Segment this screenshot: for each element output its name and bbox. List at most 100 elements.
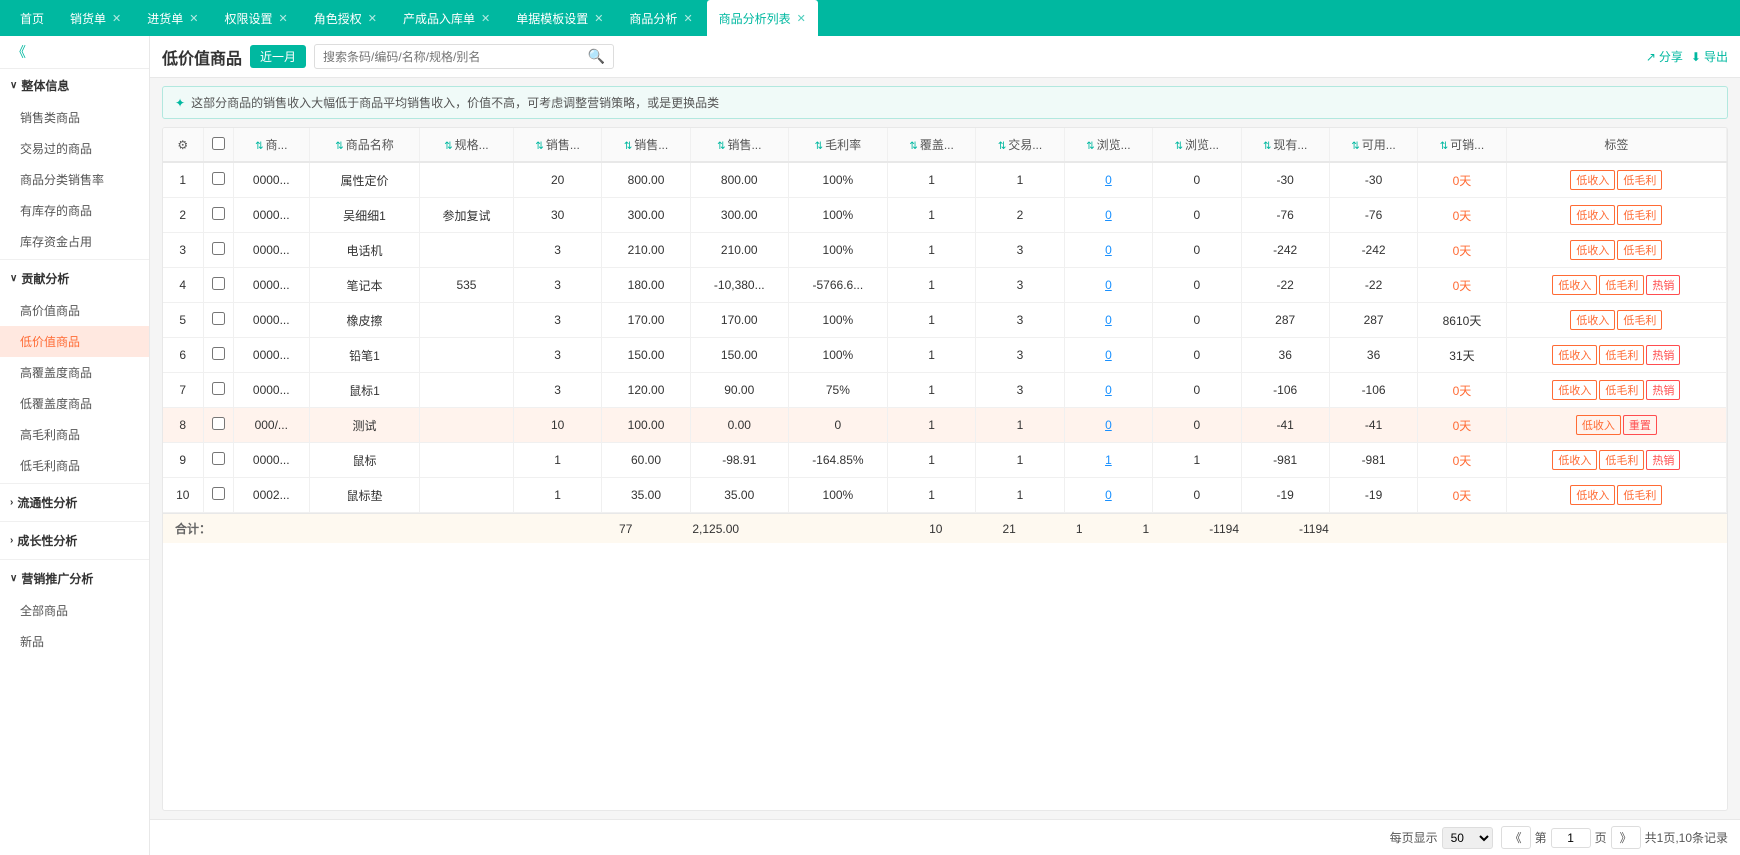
cell-sales-amount: 150.00 xyxy=(602,338,690,373)
sidebar-item-traded-goods[interactable]: 交易过的商品 xyxy=(0,133,149,164)
table-row: 8 000/... 测试 10 100.00 0.00 0 1 1 0 0 -4… xyxy=(163,408,1727,443)
nav-product-analysis[interactable]: 商品分析 ✕ xyxy=(617,0,704,36)
cell-gross-margin: 100% xyxy=(788,303,887,338)
sidebar-item-stock-capital[interactable]: 库存资金占用 xyxy=(0,226,149,257)
nav-purchase-order[interactable]: 进货单 ✕ xyxy=(135,0,210,36)
current-page-input[interactable] xyxy=(1551,828,1591,848)
col-sales-amount[interactable]: ⇅销售... xyxy=(602,128,690,162)
nav-product-analysis-list[interactable]: 商品分析列表 ✕ xyxy=(707,0,818,36)
col-browse1[interactable]: ⇅浏览... xyxy=(1064,128,1152,162)
total-info: 共1页,10条记录 xyxy=(1645,829,1728,846)
cell-spec xyxy=(419,373,513,408)
cell-spec xyxy=(419,443,513,478)
sidebar-group-marketing[interactable]: ∨ 营销推广分析 xyxy=(0,562,149,595)
cell-transactions: 1 xyxy=(976,443,1064,478)
cell-tags: 低收入低毛利热销 xyxy=(1506,373,1726,408)
cell-no: 4 xyxy=(163,268,203,303)
cell-sales-amount: 170.00 xyxy=(602,303,690,338)
sidebar-group-overall[interactable]: ∨ 整体信息 xyxy=(0,69,149,102)
sidebar-item-low-coverage[interactable]: 低覆盖度商品 xyxy=(0,388,149,419)
cell-no: 7 xyxy=(163,373,203,408)
col-coverage[interactable]: ⇅覆盖... xyxy=(887,128,975,162)
select-all-checkbox[interactable] xyxy=(212,137,225,150)
cell-sellable-days: 0天 xyxy=(1418,268,1506,303)
nav-close-analysis-list[interactable]: ✕ xyxy=(797,12,806,25)
sidebar-item-high-value[interactable]: 高价值商品 xyxy=(0,295,149,326)
col-code[interactable]: ⇅商... xyxy=(233,128,310,162)
next-page-btn[interactable]: 》 xyxy=(1611,826,1641,849)
row-checkbox[interactable] xyxy=(212,172,225,185)
sidebar-collapse-btn[interactable]: 《 xyxy=(8,42,30,62)
content-header: 低价值商品 近一月 🔍 ↗ 分享 ⬇ 导出 xyxy=(150,36,1740,78)
sidebar-item-high-margin[interactable]: 高毛利商品 xyxy=(0,419,149,450)
sidebar-item-sales-goods[interactable]: 销售类商品 xyxy=(0,102,149,133)
col-settings[interactable]: ⚙ xyxy=(163,128,203,162)
nav-close-permissions[interactable]: ✕ xyxy=(279,12,288,25)
row-checkbox[interactable] xyxy=(212,417,225,430)
row-checkbox[interactable] xyxy=(212,242,225,255)
cell-code: 0000... xyxy=(233,338,310,373)
col-spec[interactable]: ⇅规格... xyxy=(419,128,513,162)
col-available1[interactable]: ⇅现有... xyxy=(1241,128,1329,162)
col-sales-profit[interactable]: ⇅销售... xyxy=(690,128,788,162)
footer-label: 合计： xyxy=(175,520,211,537)
sidebar-group-liquidity[interactable]: › 流通性分析 xyxy=(0,486,149,519)
cell-spec: 535 xyxy=(419,268,513,303)
col-sellable[interactable]: ⇅可销... xyxy=(1418,128,1506,162)
search-icon[interactable]: 🔍 xyxy=(588,48,605,65)
cell-tags: 低收入重置 xyxy=(1506,408,1726,443)
cell-sales-profit: 210.00 xyxy=(690,233,788,268)
nav-permissions[interactable]: 权限设置 ✕ xyxy=(212,0,299,36)
nav-close-sales[interactable]: ✕ xyxy=(112,12,121,25)
row-checkbox[interactable] xyxy=(212,347,225,360)
row-checkbox[interactable] xyxy=(212,277,225,290)
col-browse2[interactable]: ⇅浏览... xyxy=(1153,128,1241,162)
nav-close-product-stock[interactable]: ✕ xyxy=(481,12,490,25)
cell-checkbox xyxy=(203,268,233,303)
nav-sales-order[interactable]: 销货单 ✕ xyxy=(58,0,133,36)
cell-coverage: 1 xyxy=(887,268,975,303)
col-transactions[interactable]: ⇅交易... xyxy=(976,128,1064,162)
sidebar-group-growth[interactable]: › 成长性分析 xyxy=(0,524,149,557)
prev-page-btn[interactable]: 《 xyxy=(1501,826,1531,849)
nav-roles[interactable]: 角色授权 ✕ xyxy=(302,0,389,36)
nav-product-stock[interactable]: 产成品入库单 ✕ xyxy=(391,0,502,36)
sidebar-item-stock-goods[interactable]: 有库存的商品 xyxy=(0,195,149,226)
cell-no: 8 xyxy=(163,408,203,443)
nav-close-roles[interactable]: ✕ xyxy=(368,12,377,25)
tag-badge: 重置 xyxy=(1623,415,1657,435)
info-bar: ✦ 这部分商品的销售收入大幅低于商品平均销售收入，价值不高，可考虑调整营销策略，… xyxy=(162,86,1728,119)
share-btn[interactable]: ↗ 分享 xyxy=(1646,48,1683,65)
row-checkbox[interactable] xyxy=(212,452,225,465)
row-checkbox[interactable] xyxy=(212,382,225,395)
row-checkbox[interactable] xyxy=(212,312,225,325)
col-available2[interactable]: ⇅可用... xyxy=(1329,128,1417,162)
page-size-select[interactable]: 50 100 200 xyxy=(1442,827,1493,849)
nav-close-analysis[interactable]: ✕ xyxy=(683,12,692,25)
cell-sales-amount: 100.00 xyxy=(602,408,690,443)
col-sales-qty[interactable]: ⇅销售... xyxy=(513,128,601,162)
filter-month-btn[interactable]: 近一月 xyxy=(250,45,306,68)
sidebar-item-all-goods[interactable]: 全部商品 xyxy=(0,595,149,626)
info-icon: ✦ xyxy=(175,96,185,110)
export-btn[interactable]: ⬇ 导出 xyxy=(1691,48,1728,65)
col-gross-margin[interactable]: ⇅毛利率 xyxy=(788,128,887,162)
arrow-icon: ∨ xyxy=(10,80,17,91)
sidebar-item-high-coverage[interactable]: 高覆盖度商品 xyxy=(0,357,149,388)
sidebar-item-category-sales[interactable]: 商品分类销售率 xyxy=(0,164,149,195)
search-input[interactable] xyxy=(323,50,588,64)
nav-home[interactable]: 首页 xyxy=(8,0,56,36)
nav-template-settings[interactable]: 单据模板设置 ✕ xyxy=(504,0,615,36)
nav-close-template[interactable]: ✕ xyxy=(594,12,603,25)
sidebar-item-low-value[interactable]: 低价值商品 xyxy=(0,326,149,357)
row-checkbox[interactable] xyxy=(212,207,225,220)
row-checkbox[interactable] xyxy=(212,487,225,500)
sidebar-item-low-margin[interactable]: 低毛利商品 xyxy=(0,450,149,481)
cell-checkbox xyxy=(203,408,233,443)
sidebar-group-contribution[interactable]: ∨ 贡献分析 xyxy=(0,262,149,295)
cell-name: 鼠标1 xyxy=(310,373,420,408)
col-name[interactable]: ⇅商品名称 xyxy=(310,128,420,162)
nav-close-purchase[interactable]: ✕ xyxy=(189,12,198,25)
sidebar-item-new-goods[interactable]: 新品 xyxy=(0,626,149,657)
cell-sales-amount: 60.00 xyxy=(602,443,690,478)
